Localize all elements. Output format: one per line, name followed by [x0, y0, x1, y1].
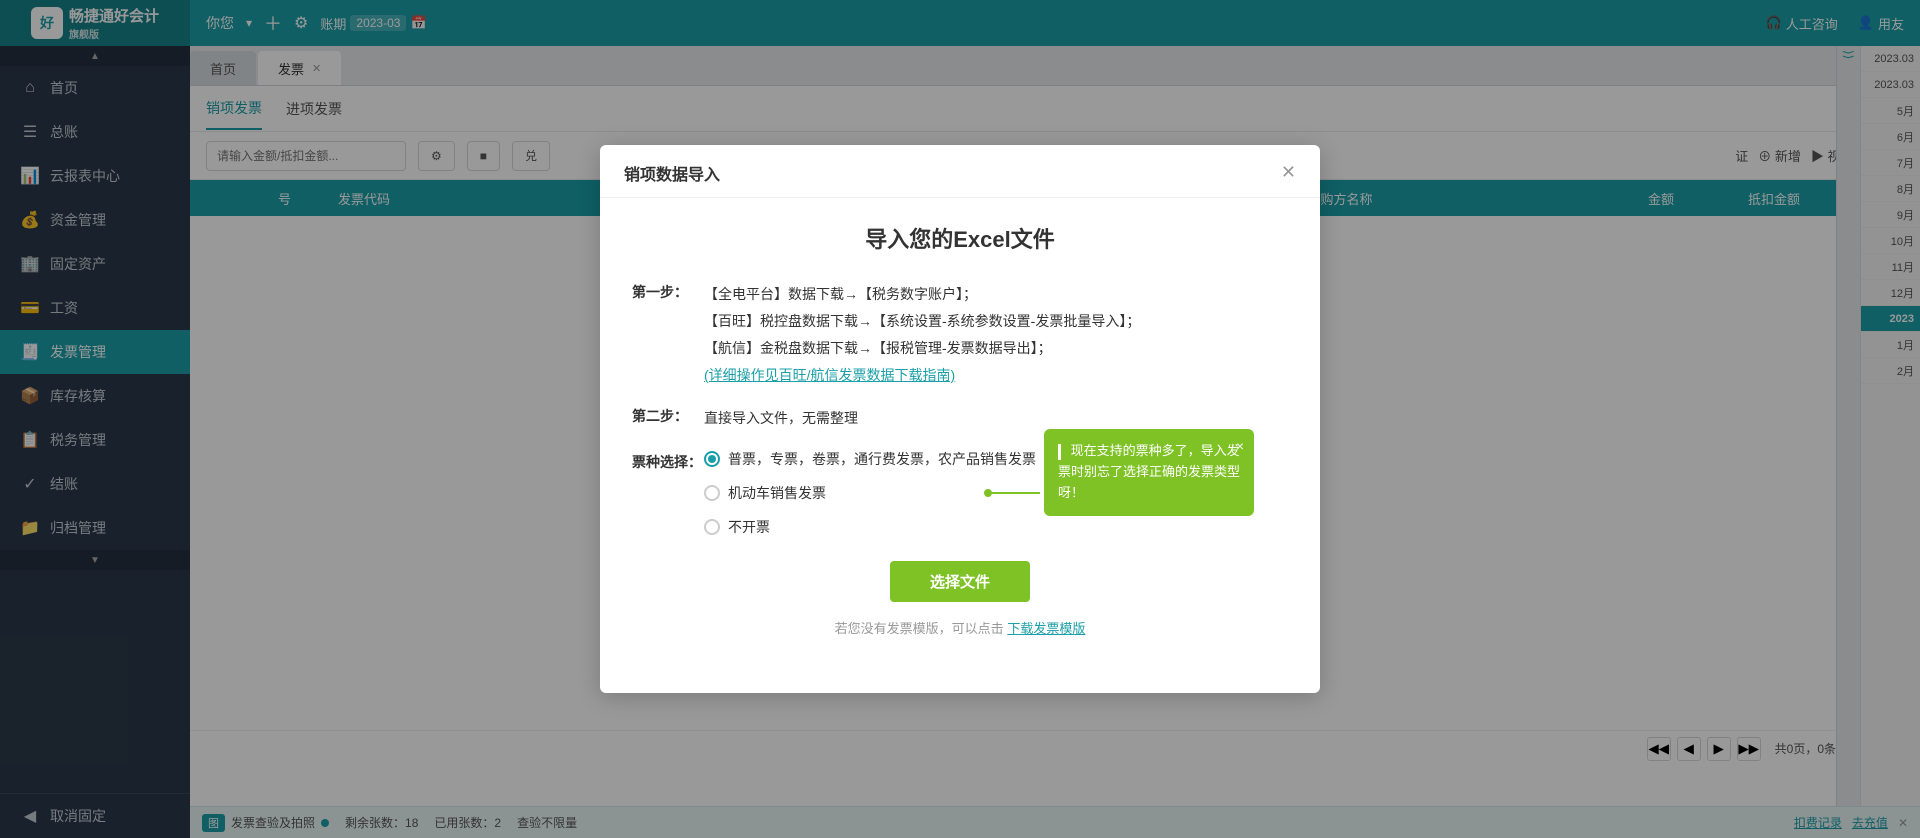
modal-main-title: 导入您的Excel文件 [632, 222, 1288, 254]
tooltip-line [992, 492, 1040, 494]
step1-row: 第一步： 【全电平台】数据下载→【税务数字账户】； 【百旺】税控盘数据下载→【系… [632, 282, 1288, 391]
ticket-label-3: 不开票 [728, 517, 770, 537]
tooltip-connector [984, 489, 1040, 497]
import-modal: 销项数据导入 ✕ 导入您的Excel文件 第一步： 【全电平台】数据下载→【税务… [600, 145, 1320, 694]
modal-title: 销项数据导入 [624, 161, 720, 185]
select-file-btn[interactable]: 选择文件 [890, 561, 1030, 602]
radio-3[interactable] [704, 519, 720, 535]
tooltip-bubble: 现在支持的票种多了，导入发票时别忘了选择正确的发票类型呀！ × [1044, 429, 1254, 515]
ticket-label-2: 机动车销售发票 [728, 483, 826, 503]
ticket-option-3[interactable]: 不开票 [704, 517, 1036, 537]
step1-guide-link[interactable]: (详细操作见百旺/航信发票数据下载指南) [704, 367, 955, 383]
modal-header: 销项数据导入 ✕ [600, 145, 1320, 198]
modal-footer: 选择文件 [632, 561, 1288, 602]
modal-overlay: 销项数据导入 ✕ 导入您的Excel文件 第一步： 【全电平台】数据下载→【税务… [0, 0, 1920, 838]
step1-line2: 【百旺】税控盘数据下载→【系统设置-系统参数设置-发票批量导入】； [704, 309, 1288, 334]
radio-1[interactable] [704, 451, 720, 467]
step1-line3: 【航信】金税盘数据下载→【报税管理-发票数据导出】； [704, 336, 1288, 361]
tooltip-dot [984, 489, 992, 497]
ticket-select-row: 票种选择： 普票，专票，卷票，通行费发票，农产品销售发票 机动车销售发票 [632, 449, 1288, 537]
ticket-option-1[interactable]: 普票，专票，卷票，通行费发票，农产品销售发票 [704, 449, 1036, 469]
tooltip-bar [1058, 444, 1061, 460]
radio-2[interactable] [704, 485, 720, 501]
ticket-label: 票种选择： [632, 449, 704, 472]
modal-body: 导入您的Excel文件 第一步： 【全电平台】数据下载→【税务数字账户】； 【百… [600, 198, 1320, 662]
step1-label: 第一步： [632, 282, 704, 302]
tooltip-close-btn[interactable]: × [1236, 435, 1244, 457]
download-hint: 若您没有发票模版，可以点击 下载发票模版 [632, 618, 1288, 637]
step2-label: 第二步： [632, 406, 704, 426]
step1-line1: 【全电平台】数据下载→【税务数字账户】； [704, 282, 1288, 307]
step1-content: 【全电平台】数据下载→【税务数字账户】； 【百旺】税控盘数据下载→【系统设置-系… [704, 282, 1288, 391]
ticket-label-1: 普票，专票，卷票，通行费发票，农产品销售发票 [728, 449, 1036, 469]
tooltip-text: 现在支持的票种多了，导入发票时别忘了选择正确的发票类型呀！ [1058, 443, 1240, 500]
modal-close-btn[interactable]: ✕ [1281, 162, 1296, 183]
download-hint-text: 若您没有发票模版，可以点击 [835, 621, 1004, 636]
download-template-link[interactable]: 下载发票模版 [1007, 621, 1085, 636]
step2-text: 直接导入文件，无需整理 [704, 406, 1288, 431]
ticket-option-2[interactable]: 机动车销售发票 [704, 483, 1036, 503]
ticket-options: 普票，专票，卷票，通行费发票，农产品销售发票 机动车销售发票 [704, 449, 1036, 537]
